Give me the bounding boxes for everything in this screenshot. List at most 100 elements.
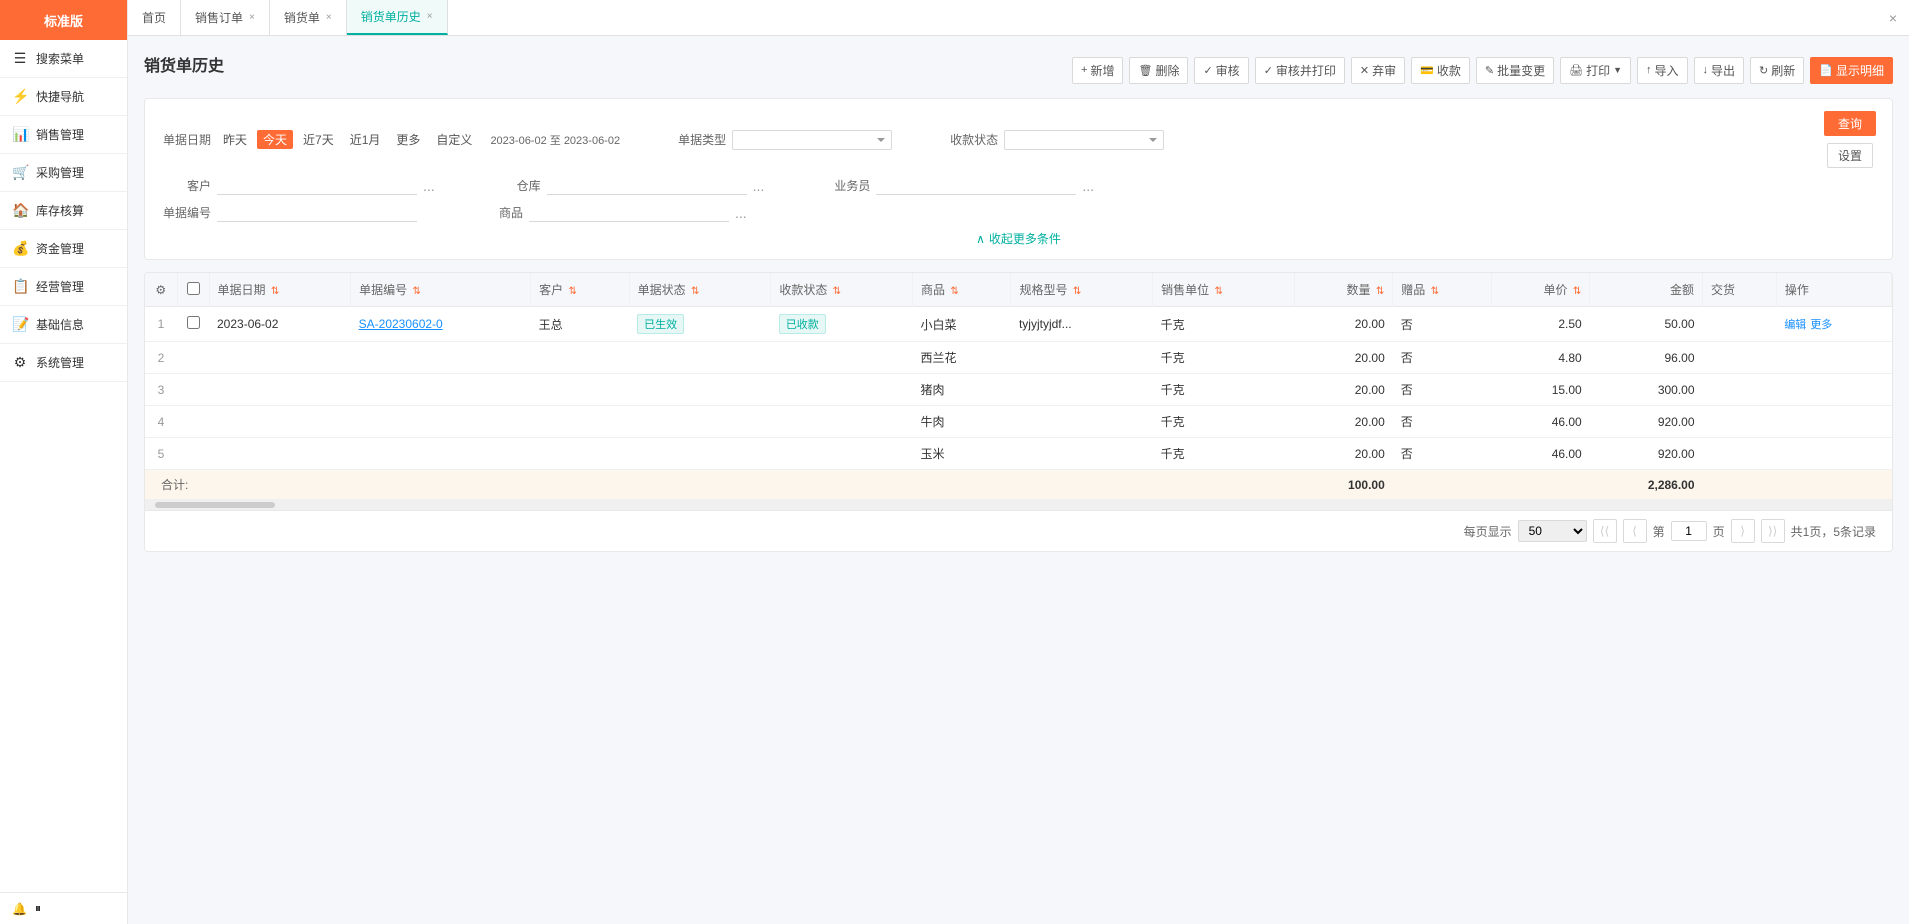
abandon-button[interactable]: ✕ 弃审 bbox=[1351, 57, 1405, 84]
main-area: 首页 销售订单 × 销货单 × 销货单历史 × × 销货单历史 + 新增 bbox=[128, 0, 1909, 924]
tab-home[interactable]: 首页 bbox=[128, 0, 181, 35]
sidebar-item-quick-nav[interactable]: ⚡ 快捷导航 bbox=[0, 78, 127, 116]
sidebar-item-system-mgmt[interactable]: ⚙ 系统管理 bbox=[0, 344, 127, 382]
row-2-spec-type bbox=[1011, 342, 1153, 374]
row-1-checkbox[interactable] bbox=[187, 316, 200, 329]
row-4-quantity: 20.00 bbox=[1294, 406, 1392, 438]
sidebar-item-search-menu[interactable]: ☰ 搜索菜单 bbox=[0, 40, 127, 78]
export-button[interactable]: ↓ 导出 bbox=[1694, 57, 1745, 84]
table-row: 3 猪肉 千克 20.00 否 15.00 300.00 bbox=[145, 374, 1892, 406]
row-3-transaction bbox=[1703, 374, 1777, 406]
table-footer-row: 合计: 100.00 2,286.00 bbox=[145, 470, 1892, 500]
print-button[interactable]: 🖨 打印 ▼ bbox=[1560, 57, 1631, 84]
quantity-label: 数量 bbox=[1347, 283, 1371, 297]
tab-sales-delivery[interactable]: 销货单 × bbox=[270, 0, 347, 35]
sidebar-item-finance[interactable]: 💰 资金管理 bbox=[0, 230, 127, 268]
per-page-select[interactable]: 50 100 bbox=[1518, 520, 1587, 542]
row-4-customer bbox=[531, 406, 629, 438]
product-dots[interactable]: ... bbox=[735, 205, 747, 221]
shortcut-custom[interactable]: 自定义 bbox=[430, 130, 478, 149]
gift-header[interactable]: 赠品 ⇅ bbox=[1393, 273, 1491, 307]
footer-total-quantity: 100.00 bbox=[1348, 478, 1385, 492]
shortcut-yesterday[interactable]: 昨天 bbox=[217, 130, 253, 149]
date-range: 2023-06-02 至 2023-06-02 bbox=[490, 132, 620, 148]
next-page-button[interactable]: ⟩ bbox=[1731, 519, 1755, 543]
footer-label-cell: 合计: bbox=[145, 470, 1294, 500]
horizontal-scrollbar[interactable] bbox=[145, 500, 1892, 510]
customer-dots[interactable]: ... bbox=[423, 178, 435, 194]
audit-print-button[interactable]: ✓ 审核并打印 bbox=[1255, 57, 1345, 84]
doc-type-select[interactable] bbox=[732, 130, 892, 150]
setting-button[interactable]: 设置 bbox=[1827, 143, 1873, 168]
row-1-edit-btn[interactable]: 编辑 bbox=[1784, 316, 1806, 332]
unit-price-header[interactable]: 单价 ⇅ bbox=[1491, 273, 1589, 307]
row-checkbox-2[interactable] bbox=[177, 342, 209, 374]
checkbox-column-header[interactable] bbox=[177, 273, 209, 307]
shortcut-today[interactable]: 今天 bbox=[257, 130, 293, 149]
scrollbar-thumb[interactable] bbox=[155, 502, 275, 508]
prev-page-button[interactable]: ⟨ bbox=[1623, 519, 1647, 543]
tab-sales-order-close[interactable]: × bbox=[249, 12, 255, 23]
row-checkbox-5[interactable] bbox=[177, 438, 209, 470]
amount-header[interactable]: 金额 bbox=[1590, 273, 1703, 307]
sidebar-item-operations[interactable]: 📋 经营管理 bbox=[0, 268, 127, 306]
show-details-button[interactable]: 📄 显示明细 bbox=[1810, 57, 1893, 84]
salesperson-input[interactable] bbox=[876, 176, 1076, 195]
audit-button[interactable]: ✓ 审核 bbox=[1194, 57, 1248, 84]
payment-status-header[interactable]: 收款状态 ⇅ bbox=[771, 273, 913, 307]
shortcut-more[interactable]: 更多 bbox=[390, 130, 426, 149]
shortcut-7days[interactable]: 近7天 bbox=[297, 130, 340, 149]
tab-sales-order[interactable]: 销售订单 × bbox=[181, 0, 270, 35]
row-1-doc-no-link[interactable]: SA-20230602-0 bbox=[359, 317, 443, 331]
customer-input[interactable] bbox=[217, 176, 417, 195]
delete-button[interactable]: 🗑 删除 bbox=[1129, 57, 1188, 84]
transaction-header[interactable]: 交货 bbox=[1703, 273, 1777, 307]
sidebar-item-sales-mgmt[interactable]: 📊 销售管理 bbox=[0, 116, 127, 154]
last-page-button[interactable]: ⟩⟩ bbox=[1761, 519, 1785, 543]
customer-header[interactable]: 客户 ⇅ bbox=[531, 273, 629, 307]
doc-date-header[interactable]: 单据日期 ⇅ bbox=[209, 273, 351, 307]
row-1-doc-no[interactable]: SA-20230602-0 bbox=[351, 307, 531, 342]
sales-unit-header[interactable]: 销售单位 ⇅ bbox=[1153, 273, 1295, 307]
doc-no-header[interactable]: 单据编号 ⇅ bbox=[351, 273, 531, 307]
collapse-button[interactable]: ∧ 收起更多条件 bbox=[976, 230, 1061, 247]
quantity-header[interactable]: 数量 ⇅ bbox=[1294, 273, 1392, 307]
data-table-wrap: ⚙ 单据日期 ⇅ 单据编号 ⇅ 客户 bbox=[144, 272, 1893, 552]
payment-status-select[interactable] bbox=[1004, 130, 1164, 150]
doc-no-label: 单据编号 bbox=[161, 204, 211, 221]
add-button[interactable]: + 新增 bbox=[1072, 57, 1123, 84]
row-1-more-btn[interactable]: 更多 bbox=[1810, 316, 1832, 332]
pause-icon[interactable]: ⏸ bbox=[35, 901, 41, 916]
sidebar-item-purchase-mgmt[interactable]: 🛒 采购管理 bbox=[0, 154, 127, 192]
sidebar-item-inventory[interactable]: 🏠 库存核算 bbox=[0, 192, 127, 230]
doc-status-header[interactable]: 单据状态 ⇅ bbox=[629, 273, 771, 307]
import-button[interactable]: ↑ 导入 bbox=[1637, 57, 1688, 84]
product-input[interactable] bbox=[529, 203, 729, 222]
query-button[interactable]: 查询 bbox=[1824, 111, 1876, 136]
notification-icon[interactable]: 🔔 bbox=[12, 902, 27, 916]
gear-column-header[interactable]: ⚙ bbox=[145, 273, 177, 307]
tab-sales-history-close[interactable]: × bbox=[427, 11, 433, 22]
doc-no-input[interactable] bbox=[217, 203, 417, 222]
warehouse-input[interactable] bbox=[547, 176, 747, 195]
row-checkbox-1[interactable] bbox=[177, 307, 209, 342]
row-checkbox-3[interactable] bbox=[177, 374, 209, 406]
salesperson-dots[interactable]: ... bbox=[1082, 178, 1094, 194]
receive-button[interactable]: 💳 收款 bbox=[1411, 57, 1470, 84]
tab-bar-close-button[interactable]: × bbox=[1877, 10, 1909, 26]
spec-type-sort-icon: ⇅ bbox=[1073, 286, 1081, 297]
first-page-button[interactable]: ⟨⟨ bbox=[1593, 519, 1617, 543]
warehouse-dots[interactable]: ... bbox=[753, 178, 765, 194]
sidebar-item-basic-info[interactable]: 📝 基础信息 bbox=[0, 306, 127, 344]
tab-sales-history[interactable]: 销货单历史 × bbox=[347, 0, 448, 35]
batch-change-button[interactable]: ✎ 批量变更 bbox=[1476, 57, 1554, 84]
select-all-checkbox[interactable] bbox=[187, 282, 200, 295]
spec-type-header[interactable]: 规格型号 ⇅ bbox=[1011, 273, 1153, 307]
shortcut-1month[interactable]: 近1月 bbox=[344, 130, 387, 149]
row-checkbox-4[interactable] bbox=[177, 406, 209, 438]
page-number-input[interactable]: 1 bbox=[1671, 521, 1707, 541]
row-2-payment-status bbox=[771, 342, 913, 374]
tab-sales-delivery-close[interactable]: × bbox=[326, 12, 332, 23]
refresh-button[interactable]: ↻ 刷新 bbox=[1750, 57, 1804, 84]
product-header[interactable]: 商品 ⇅ bbox=[912, 273, 1010, 307]
